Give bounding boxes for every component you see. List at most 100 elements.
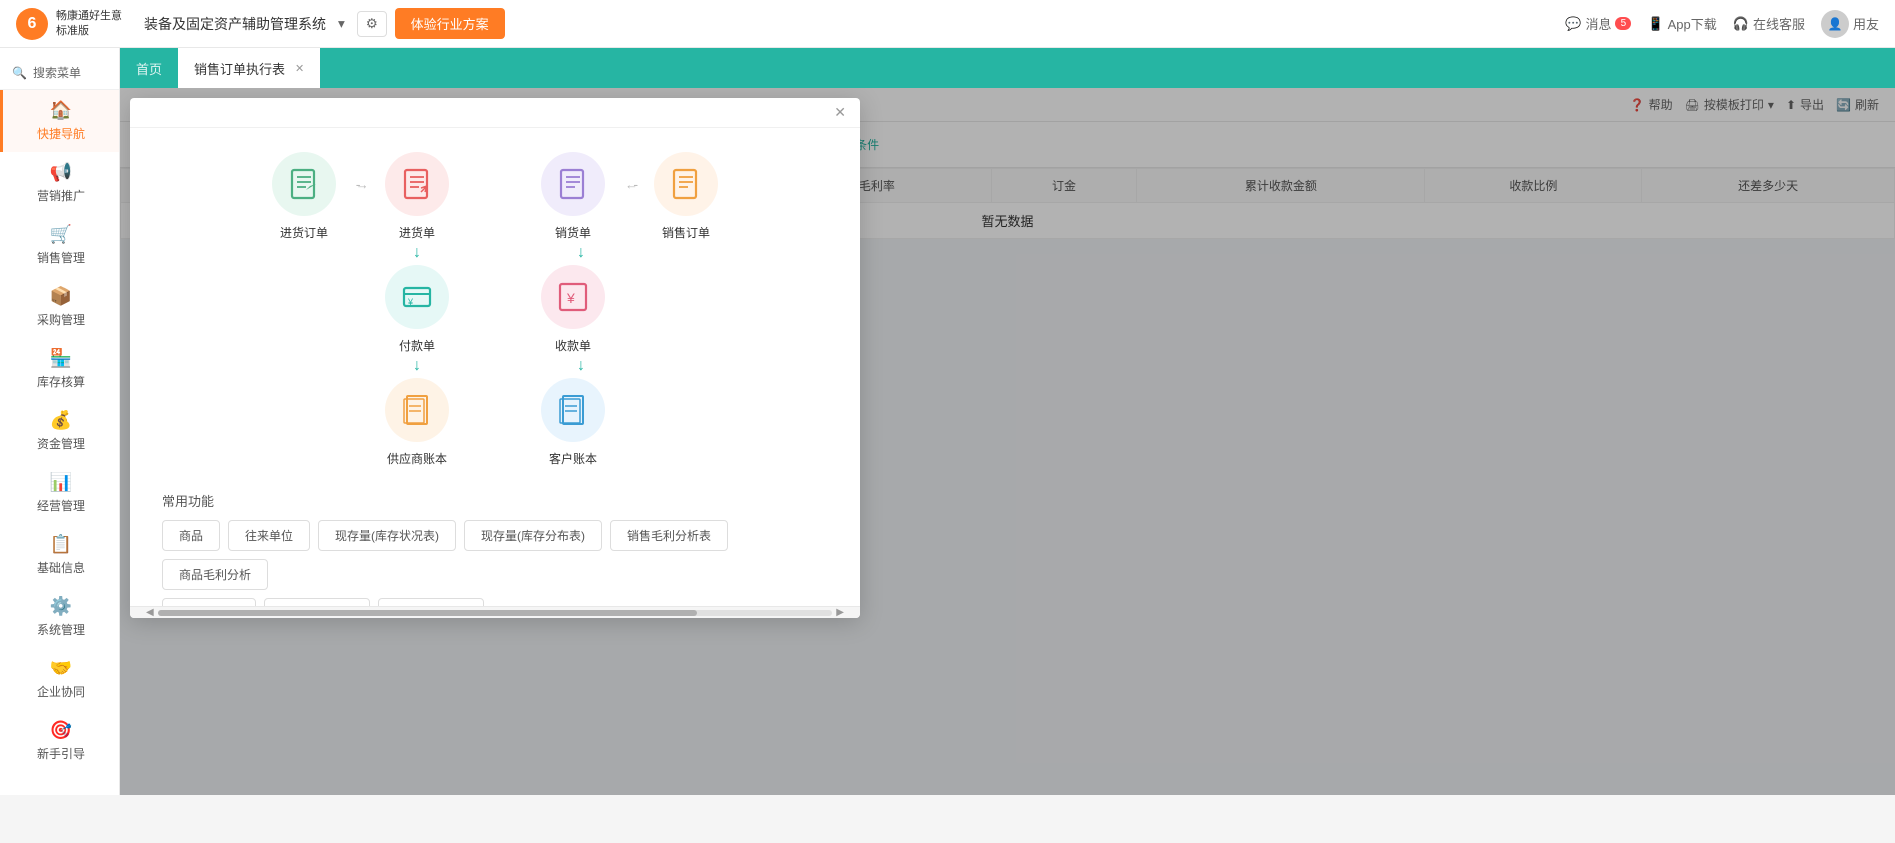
scrollbar-thumb: [158, 610, 698, 616]
phone-icon: 📱: [1647, 16, 1663, 32]
message-badge: 5: [1615, 17, 1631, 30]
newbie-icon: 🎯: [50, 720, 72, 741]
supplier-ledger-label: 供应商账本: [387, 450, 447, 467]
flow-receipt-order[interactable]: ¥ 收款单: [541, 265, 605, 354]
sidebar-item-finance[interactable]: 💰 资金管理: [0, 400, 119, 462]
system-dropdown-btn[interactable]: ▾: [334, 12, 349, 36]
sidebar-item-sales[interactable]: 🛒 销售管理: [0, 214, 119, 276]
flow-sale-bill[interactable]: 销货单: [541, 152, 605, 241]
func-btn-receipt-stats[interactable]: 收款情况统计: [264, 598, 370, 606]
sidebar-item-marketing[interactable]: 📢 营销推广: [0, 152, 119, 214]
tab-sales-order-exec-label: 销售订单执行表: [194, 59, 285, 78]
sidebar-item-purchase[interactable]: 📦 采购管理: [0, 276, 119, 338]
scrollbar-left-arrow[interactable]: ◀: [146, 607, 154, 618]
tab-home[interactable]: 首页: [120, 48, 178, 88]
system-icon: ⚙️: [50, 596, 72, 617]
sidebar-item-operations[interactable]: 📊 经营管理: [0, 462, 119, 524]
search-menu[interactable]: 🔍 搜索菜单: [0, 56, 119, 90]
func-btn-payment-stats[interactable]: 付款情况统计: [378, 598, 484, 606]
marketing-icon: 📢: [50, 162, 72, 183]
sidebar-item-label: 资金管理: [37, 435, 85, 452]
header: 6 畅康通好生意 标准版 装备及固定资产辅助管理系统 ▾ ⚙ 体验行业方案 💬 …: [0, 0, 1895, 48]
sales-icon: 🛒: [50, 224, 72, 245]
common-functions: 常用功能 商品 往来单位 现存量(库存状况表) 现存量(库存分布表) 销售毛利分…: [162, 491, 828, 606]
customer-ledger-icon: [541, 378, 605, 442]
enterprise-icon: 🤝: [50, 658, 72, 679]
func-btn-stock-status[interactable]: 现存量(库存状况表): [318, 520, 456, 551]
sidebar-item-label: 快捷导航: [37, 125, 85, 142]
sidebar: 🔍 搜索菜单 🏠 快捷导航 📢 营销推广 🛒 销售管理 📦 采购管理 🏪 库存核…: [0, 48, 120, 795]
sidebar-item-basic-info[interactable]: 📋 基础信息: [0, 524, 119, 586]
modal-scrollbar: ◀ ▶: [130, 606, 860, 618]
func-btn-sales-ranking[interactable]: 销售排行榜: [162, 598, 256, 606]
sidebar-item-label: 基础信息: [37, 559, 85, 576]
flow-purchase-bill[interactable]: 进货单: [385, 152, 449, 241]
settings-btn[interactable]: ⚙: [357, 11, 387, 37]
inventory-icon: 🏪: [50, 348, 72, 369]
func-btn-sales-profit-analysis[interactable]: 销售毛利分析表: [610, 520, 728, 551]
arrow-sale-bill-down: ↓: [549, 241, 613, 265]
online-service-item[interactable]: 🎧 在线客服: [1733, 14, 1805, 33]
purchase-order-label: 进货订单: [280, 224, 328, 241]
func-btn-stock-dist[interactable]: 现存量(库存分布表): [464, 520, 602, 551]
arrow-payment-down: ↓: [385, 354, 449, 378]
flow-purchase-order[interactable]: 进货订单: [272, 152, 336, 241]
arrow-receipt-down: ↓: [549, 354, 613, 378]
system-title: 装备及固定资产辅助管理系统 ▾ ⚙ 体验行业方案: [144, 8, 1565, 39]
scrollbar-right-arrow[interactable]: ▶: [836, 607, 844, 618]
basic-info-icon: 📋: [50, 534, 72, 555]
user-item[interactable]: 👤 用友: [1821, 10, 1879, 38]
purchase-order-icon: [272, 152, 336, 216]
username-label: 用友: [1853, 14, 1879, 33]
sidebar-item-enterprise[interactable]: 🤝 企业协同: [0, 648, 119, 710]
scrollbar-track[interactable]: [158, 610, 833, 616]
sidebar-item-label: 系统管理: [37, 621, 85, 638]
logo-area: 6 畅康通好生意 标准版: [16, 8, 136, 40]
message-label: 消息: [1585, 14, 1611, 33]
sidebar-item-label: 销售管理: [37, 249, 85, 266]
layout: 🔍 搜索菜单 🏠 快捷导航 📢 营销推广 🛒 销售管理 📦 采购管理 🏪 库存核…: [0, 48, 1895, 795]
modal-overlay[interactable]: ✕ 进货订单: [120, 88, 1895, 795]
common-functions-title: 常用功能: [162, 491, 828, 510]
content-area: ❓ 帮助 🖨 按模板打印 ▾ ⬆ 导出 🔄 刷新: [120, 88, 1895, 795]
modal: ✕ 进货订单: [130, 98, 860, 618]
logo-icon: 6: [16, 8, 48, 40]
sidebar-item-label: 经营管理: [37, 497, 85, 514]
trial-btn[interactable]: 体验行业方案: [395, 8, 505, 39]
receipt-order-label: 收款单: [555, 337, 591, 354]
app-download-item[interactable]: 📱 App下载: [1647, 14, 1716, 33]
sidebar-item-newbie[interactable]: 🎯 新手引导: [0, 710, 119, 772]
header-right: 💬 消息 5 📱 App下载 🎧 在线客服 👤 用友: [1565, 10, 1879, 38]
modal-topbar: ✕: [130, 98, 860, 128]
sale-order-icon: [654, 152, 718, 216]
message-item[interactable]: 💬 消息 5: [1565, 14, 1631, 33]
sidebar-item-quick-nav[interactable]: 🏠 快捷导航: [0, 90, 119, 152]
search-menu-label: 搜索菜单: [33, 64, 81, 81]
svg-text:¥: ¥: [566, 290, 575, 306]
sidebar-item-label: 营销推广: [37, 187, 85, 204]
sidebar-item-label: 采购管理: [37, 311, 85, 328]
sidebar-item-system[interactable]: ⚙️ 系统管理: [0, 586, 119, 648]
receipt-order-icon: ¥: [541, 265, 605, 329]
sale-bill-label: 销货单: [555, 224, 591, 241]
purchase-bill-icon: [385, 152, 449, 216]
flow-supplier-ledger[interactable]: 供应商账本: [385, 378, 449, 467]
svg-text:¥: ¥: [407, 297, 414, 307]
logo-text: 畅康通好生意 标准版: [56, 9, 122, 38]
arrow-purchase-order-to-bill: - - - - →: [352, 152, 369, 216]
sale-bill-icon: [541, 152, 605, 216]
func-btn-partners[interactable]: 往来单位: [228, 520, 310, 551]
flow-payment-order[interactable]: ¥ 付款单: [385, 265, 449, 354]
supplier-ledger-icon: [385, 378, 449, 442]
flow-sale-order[interactable]: 销售订单: [654, 152, 718, 241]
app-download-label: App下载: [1668, 14, 1717, 33]
avatar: 👤: [1821, 10, 1849, 38]
flow-customer-ledger[interactable]: 客户账本: [541, 378, 605, 467]
func-btn-product[interactable]: 商品: [162, 520, 220, 551]
search-icon: 🔍: [12, 66, 27, 80]
sidebar-item-inventory[interactable]: 🏪 库存核算: [0, 338, 119, 400]
func-btn-product-profit-analysis[interactable]: 商品毛利分析: [162, 559, 268, 590]
modal-close-btn[interactable]: ✕: [828, 102, 852, 123]
tab-sales-order-exec[interactable]: 销售订单执行表 ✕: [178, 48, 320, 88]
tab-close-icon[interactable]: ✕: [295, 62, 304, 75]
